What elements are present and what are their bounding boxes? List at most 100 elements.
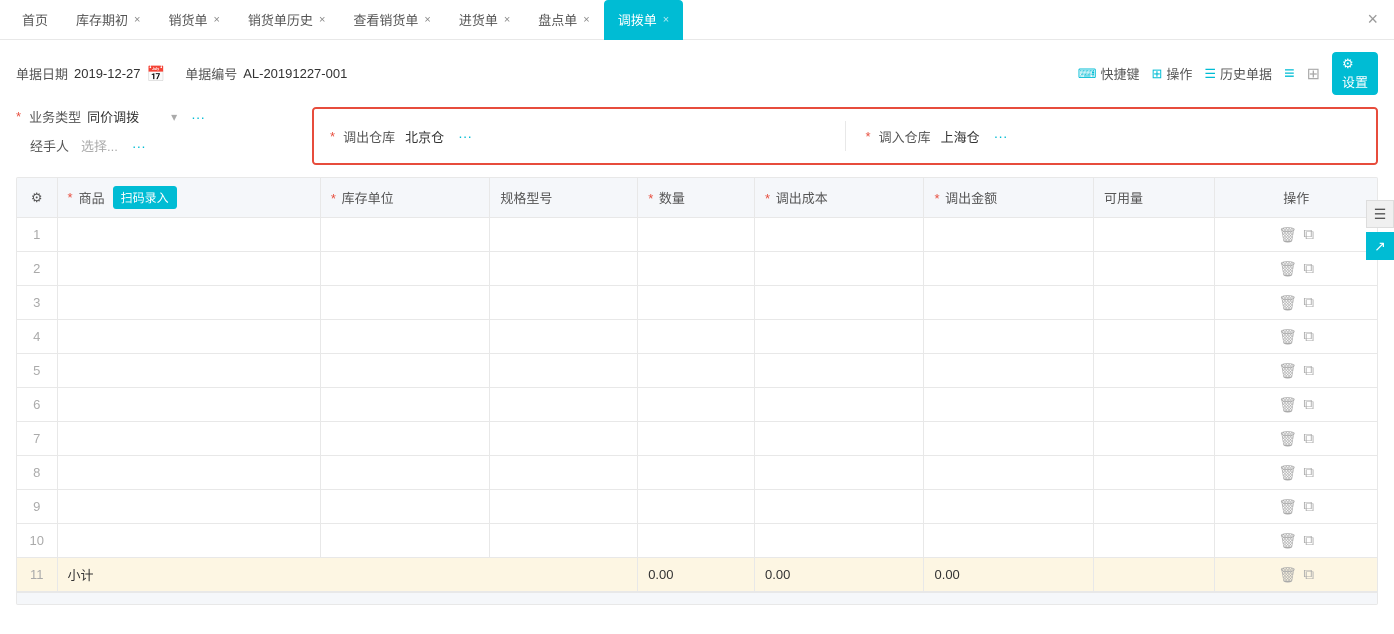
cell-cost-10[interactable] — [755, 524, 924, 558]
cell-product-8[interactable] — [57, 456, 320, 490]
cell-amount-9[interactable] — [924, 490, 1093, 524]
copy-icon-7[interactable]: ⧉ — [1303, 430, 1314, 447]
cell-product-9[interactable] — [57, 490, 320, 524]
tab-sales-history[interactable]: 销货单历史 × — [234, 0, 339, 40]
business-type-dropdown-icon[interactable]: ▾ — [171, 110, 177, 124]
list-view-icon[interactable]: ≡ — [1284, 63, 1295, 84]
business-type-select[interactable]: 同价调拨 ▾ — [87, 107, 177, 126]
copy-icon-2[interactable]: ⧉ — [1303, 260, 1314, 277]
cell-spec-4[interactable] — [490, 320, 638, 354]
tab-sales-order[interactable]: 销货单 × — [154, 0, 233, 40]
handler-more-btn[interactable]: ··· — [132, 138, 146, 154]
cell-cost-5[interactable] — [755, 354, 924, 388]
handler-value[interactable]: 选择... — [81, 136, 118, 155]
cell-qty-4[interactable] — [638, 320, 755, 354]
calendar-icon[interactable]: 📅 — [147, 65, 166, 83]
cell-amount-4[interactable] — [924, 320, 1093, 354]
cell-available-5[interactable] — [1093, 354, 1215, 388]
cell-product-5[interactable] — [57, 354, 320, 388]
cell-amount-1[interactable] — [924, 218, 1093, 252]
tab-close-transfer[interactable]: × — [663, 14, 669, 26]
float-export-btn[interactable]: ↗ — [1366, 232, 1394, 260]
delete-icon-9[interactable]: 🗑 — [1278, 498, 1297, 516]
cell-qty-7[interactable] — [638, 422, 755, 456]
cell-qty-3[interactable] — [638, 286, 755, 320]
cell-amount-3[interactable] — [924, 286, 1093, 320]
transfer-in-more-btn[interactable]: ··· — [994, 128, 1008, 144]
cell-cost-7[interactable] — [755, 422, 924, 456]
cell-qty-2[interactable] — [638, 252, 755, 286]
delete-icon-6[interactable]: 🗑 — [1278, 396, 1297, 414]
cell-amount-5[interactable] — [924, 354, 1093, 388]
cell-unit-9[interactable] — [320, 490, 489, 524]
cell-cost-6[interactable] — [755, 388, 924, 422]
tab-view-sales[interactable]: 查看销货单 × — [339, 0, 444, 40]
cell-amount-7[interactable] — [924, 422, 1093, 456]
cell-product-10[interactable] — [57, 524, 320, 558]
tab-home[interactable]: 首页 — [8, 0, 62, 40]
copy-icon-9[interactable]: ⧉ — [1303, 498, 1314, 515]
cell-cost-2[interactable] — [755, 252, 924, 286]
cell-amount-2[interactable] — [924, 252, 1093, 286]
cell-unit-10[interactable] — [320, 524, 489, 558]
tab-close-inventory-init[interactable]: × — [134, 14, 140, 26]
cell-spec-8[interactable] — [490, 456, 638, 490]
cell-spec-7[interactable] — [490, 422, 638, 456]
cell-cost-1[interactable] — [755, 218, 924, 252]
delete-icon-3[interactable]: 🗑 — [1278, 294, 1297, 312]
cell-spec-1[interactable] — [490, 218, 638, 252]
th-gear[interactable]: ⚙ — [17, 178, 57, 218]
business-type-more-btn[interactable]: ··· — [191, 109, 205, 125]
cell-available-8[interactable] — [1093, 456, 1215, 490]
cell-spec-3[interactable] — [490, 286, 638, 320]
shortcuts-btn[interactable]: ⌨ 快捷键 — [1078, 64, 1140, 83]
cell-product-1[interactable] — [57, 218, 320, 252]
cell-spec-2[interactable] — [490, 252, 638, 286]
cell-available-2[interactable] — [1093, 252, 1215, 286]
cell-unit-4[interactable] — [320, 320, 489, 354]
cell-available-1[interactable] — [1093, 218, 1215, 252]
cell-product-2[interactable] — [57, 252, 320, 286]
grid-view-icon[interactable]: ⊞ — [1307, 64, 1320, 84]
cell-unit-5[interactable] — [320, 354, 489, 388]
tab-transfer[interactable]: 调拨单 × — [604, 0, 683, 40]
cell-qty-6[interactable] — [638, 388, 755, 422]
float-list-btn[interactable]: ☰ — [1366, 200, 1394, 228]
cell-amount-6[interactable] — [924, 388, 1093, 422]
cell-available-10[interactable] — [1093, 524, 1215, 558]
cell-available-7[interactable] — [1093, 422, 1215, 456]
cell-unit-6[interactable] — [320, 388, 489, 422]
delete-icon-8[interactable]: 🗑 — [1278, 464, 1297, 482]
cell-product-6[interactable] — [57, 388, 320, 422]
tab-close-view-sales[interactable]: × — [424, 14, 430, 26]
cell-unit-1[interactable] — [320, 218, 489, 252]
cell-product-7[interactable] — [57, 422, 320, 456]
cell-available-4[interactable] — [1093, 320, 1215, 354]
delete-icon-10[interactable]: 🗑 — [1278, 532, 1297, 550]
delete-icon-1[interactable]: 🗑 — [1278, 226, 1297, 244]
tab-close-inventory-check[interactable]: × — [583, 14, 589, 26]
cell-unit-3[interactable] — [320, 286, 489, 320]
copy-icon-8[interactable]: ⧉ — [1303, 464, 1314, 481]
copy-icon-5[interactable]: ⧉ — [1303, 362, 1314, 379]
transfer-out-more-btn[interactable]: ··· — [458, 128, 472, 144]
copy-icon-10[interactable]: ⧉ — [1303, 532, 1314, 549]
cell-cost-8[interactable] — [755, 456, 924, 490]
cell-available-6[interactable] — [1093, 388, 1215, 422]
cell-qty-10[interactable] — [638, 524, 755, 558]
cell-qty-8[interactable] — [638, 456, 755, 490]
operations-btn[interactable]: ⊞ 操作 — [1151, 64, 1192, 83]
cell-cost-4[interactable] — [755, 320, 924, 354]
setting-button[interactable]: ⚙ 设置 — [1332, 52, 1378, 95]
cell-unit-8[interactable] — [320, 456, 489, 490]
copy-icon-3[interactable]: ⧉ — [1303, 294, 1314, 311]
tab-inventory-init[interactable]: 库存期初 × — [62, 0, 154, 40]
copy-icon-4[interactable]: ⧉ — [1303, 328, 1314, 345]
tab-close-purchase-order[interactable]: × — [504, 14, 510, 26]
window-close-button[interactable]: × — [1359, 9, 1386, 30]
delete-icon-2[interactable]: 🗑 — [1278, 260, 1297, 278]
delete-icon-5[interactable]: 🗑 — [1278, 362, 1297, 380]
tab-close-sales-order[interactable]: × — [213, 14, 219, 26]
cell-amount-10[interactable] — [924, 524, 1093, 558]
history-btn[interactable]: ☰ 历史单据 — [1204, 64, 1272, 83]
